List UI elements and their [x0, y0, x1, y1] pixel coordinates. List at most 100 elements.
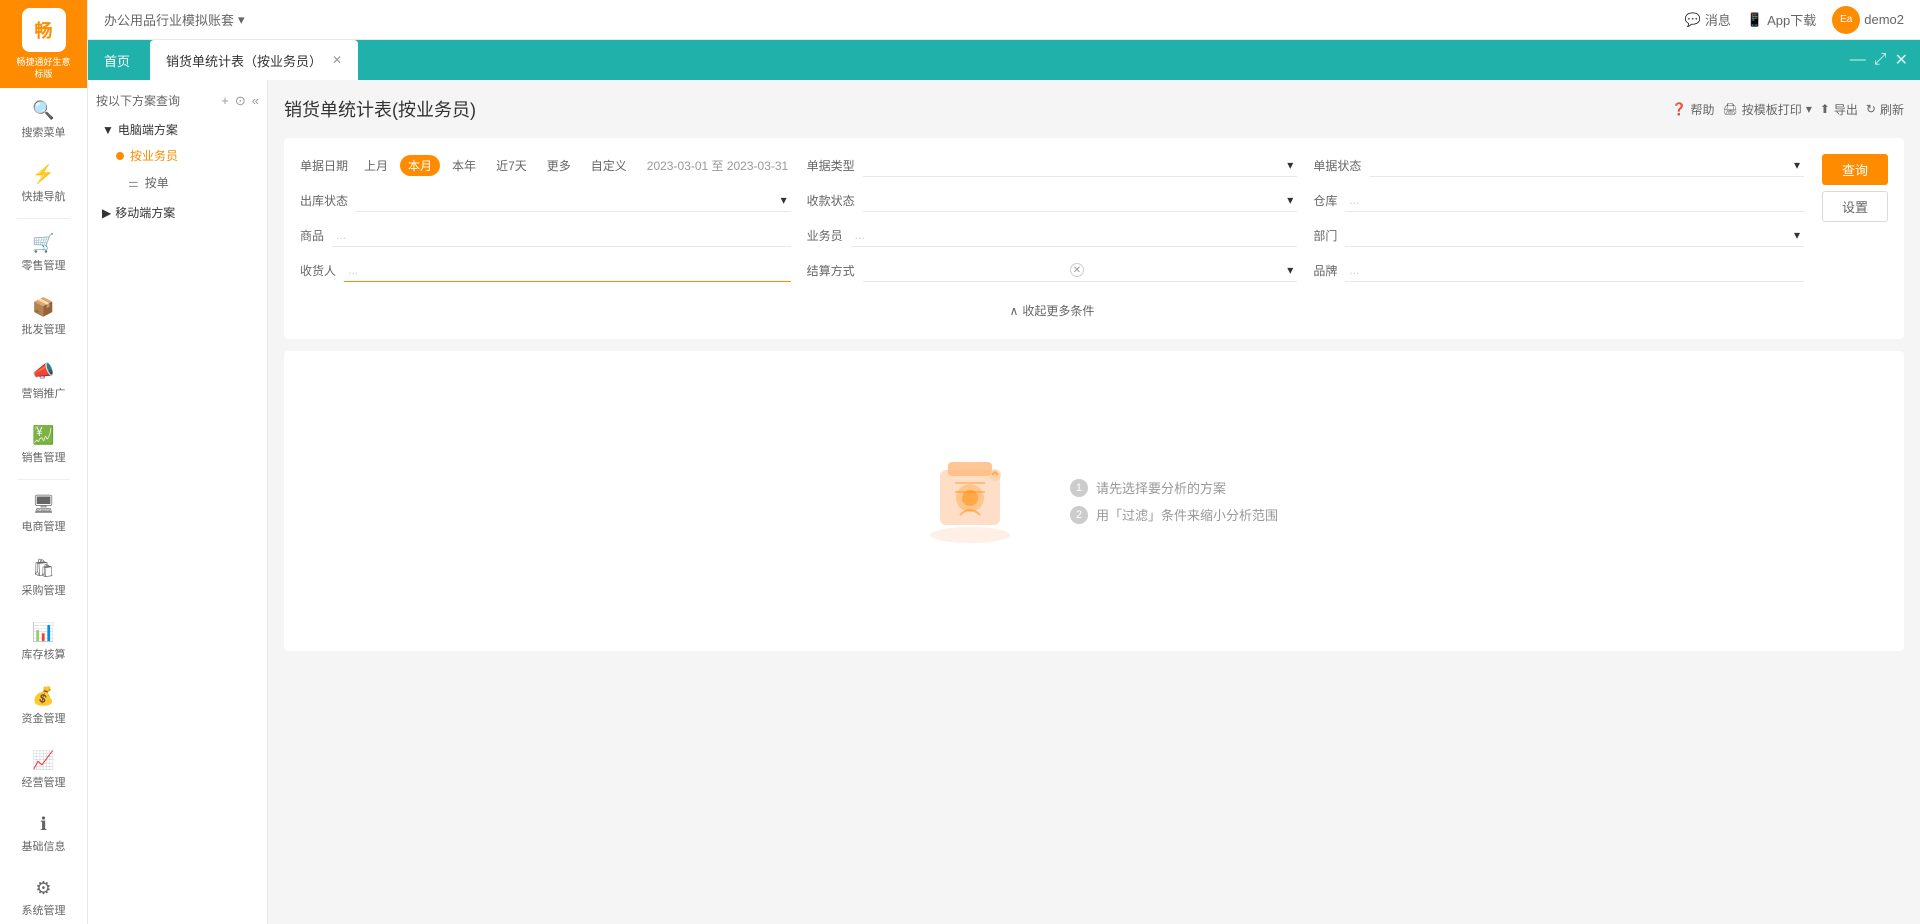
sidebar-item-5[interactable]: 💹 销售管理 [0, 413, 87, 477]
plan-group-desktop[interactable]: ▼ 电脑端方案 [96, 117, 259, 142]
tab-sales-stats[interactable]: 销货单统计表（按业务员） ✕ [150, 40, 358, 80]
department-label: 部门 [1313, 227, 1337, 244]
sidebar-item-7[interactable]: 🛍 采购管理 [0, 546, 87, 610]
filter-date: 单据日期 上月 本月 本年 近7天 更多 自定义 2023-03-01 至 20… [300, 154, 791, 177]
date-tab-7days[interactable]: 近7天 [488, 155, 535, 176]
add-plan-icon[interactable]: + [221, 93, 229, 109]
refresh-button[interactable]: ↻ 刷新 [1866, 101, 1904, 118]
help-button[interactable]: ❓ 帮助 [1672, 101, 1715, 118]
settle-label: 结算方式 [807, 262, 855, 279]
sidebar-label-1: 快捷导航 [22, 188, 66, 204]
sidebar-label-7: 采购管理 [22, 582, 66, 598]
sidebar-item-2[interactable]: 🛒 零售管理 [0, 221, 87, 285]
sidebar-item-10[interactable]: 📈 经营管理 [0, 738, 87, 802]
settle-select[interactable]: ✕ ▾ [863, 259, 1298, 282]
date-tab-this-year[interactable]: 本年 [444, 155, 484, 176]
sidebar-item-8[interactable]: 📊 库存核算 [0, 610, 87, 674]
print-template-button[interactable]: 🖨 按模板打印 ▾ [1723, 101, 1812, 118]
date-tab-more[interactable]: 更多 [539, 155, 579, 176]
header-left: 办公用品行业模拟账套 ▾ [104, 10, 245, 29]
query-button[interactable]: 查询 [1822, 154, 1888, 185]
empty-tip-2: 2 用「过滤」条件来缩小分析范围 [1070, 505, 1278, 524]
department-select[interactable]: ▾ [1345, 224, 1804, 247]
print-icon: 🖨 [1723, 102, 1738, 116]
sidebar-icon-9: 💰 [32, 686, 54, 707]
goods-dots: ... [336, 228, 346, 242]
settle-clear-icon[interactable]: ✕ [1070, 263, 1084, 277]
collapse-button[interactable]: ∧ 收起更多条件 [1002, 294, 1103, 327]
filter-department: 部门 ▾ [1313, 224, 1804, 247]
sidebar-icon-5: 💹 [32, 425, 54, 446]
sidebar-item-1[interactable]: ⚡ 快捷导航 [0, 152, 87, 216]
doc-type-select[interactable]: ▾ [863, 154, 1298, 177]
sidebar-item-11[interactable]: ℹ 基础信息 [0, 802, 87, 866]
page-title: 销货单统计表(按业务员) [284, 96, 476, 122]
tab-home[interactable]: 首页 [88, 40, 146, 80]
warehouse-dots: ... [1349, 193, 1359, 207]
plan-item-by-salesperson[interactable]: 按业务员 [96, 142, 259, 169]
sidebar-label-0: 搜索菜单 [22, 124, 66, 140]
logo-text: 畅捷通好生意 标版 [4, 56, 83, 80]
sidebar-item-9[interactable]: 💰 资金管理 [0, 674, 87, 738]
left-panel-icons: + ⊙ « [221, 93, 259, 109]
plan-sub-item-by-order[interactable]: ⚌ 按单 [96, 169, 259, 196]
sidebar-item-12[interactable]: ⚙ 系统管理 [0, 866, 87, 924]
sidebar-icon-3: 📦 [32, 297, 54, 318]
goods-input[interactable]: ... [332, 224, 791, 247]
date-control: 上月 本月 本年 近7天 更多 自定义 2023-03-01 至 2023-03… [356, 155, 791, 176]
salesperson-dots: ... [855, 228, 865, 242]
tab-close-icon[interactable]: ✕ [332, 53, 342, 67]
doc-type-arrow-icon: ▾ [1287, 158, 1293, 172]
brand-input[interactable]: ... [1345, 259, 1804, 282]
app-icon: 📱 [1747, 12, 1763, 28]
doc-status-select[interactable]: ▾ [1369, 154, 1804, 177]
sidebar-label-2: 零售管理 [22, 257, 66, 273]
export-button[interactable]: ⬆ 导出 [1820, 101, 1858, 118]
sidebar-item-0[interactable]: 🔍 搜索菜单 [0, 88, 87, 152]
tab-minimize-button[interactable]: — [1850, 51, 1866, 69]
settings-plan-icon[interactable]: ⊙ [235, 93, 246, 109]
sidebar-divider-5 [17, 479, 69, 480]
main-area: 办公用品行业模拟账套 ▾ 💬 消息 📱 App下载 Ea demo2 首页 [88, 0, 1920, 924]
app-download-button[interactable]: 📱 App下载 [1747, 10, 1816, 29]
warehouse-input[interactable]: ... [1345, 189, 1804, 212]
help-icon: ❓ [1672, 102, 1687, 116]
tab-close-all-button[interactable]: ✕ [1895, 50, 1908, 70]
user-profile[interactable]: Ea demo2 [1832, 6, 1904, 34]
filter-doc-type: 单据类型 ▾ [807, 154, 1298, 177]
sidebar-label-4: 营销推广 [22, 385, 66, 401]
date-tab-custom[interactable]: 自定义 [583, 155, 635, 176]
tip-1-num: 1 [1070, 479, 1088, 497]
message-icon: 💬 [1685, 12, 1701, 28]
sidebar-menu: 🔍 搜索菜单 ⚡ 快捷导航 🛒 零售管理 📦 批发管理 📣 营销推广 💹 销售管… [0, 88, 87, 924]
pay-status-select[interactable]: ▾ [863, 189, 1298, 212]
pay-status-label: 收款状态 [807, 192, 855, 209]
logo-area[interactable]: 畅 畅捷通好生意 标版 [0, 0, 87, 88]
filter-out-status: 出库状态 ▾ [300, 189, 791, 212]
print-label: 按模板打印 [1742, 101, 1802, 118]
left-panel-title: 按以下方案查询 [96, 92, 180, 109]
sidebar-label-8: 库存核算 [22, 646, 66, 662]
sidebar-label-12: 系统管理 [22, 902, 66, 918]
out-status-select[interactable]: ▾ [356, 189, 791, 212]
breadcrumb-dropdown[interactable]: 办公用品行业模拟账套 ▾ [104, 10, 245, 29]
refresh-label: 刷新 [1880, 101, 1904, 118]
top-header: 办公用品行业模拟账套 ▾ 💬 消息 📱 App下载 Ea demo2 [88, 0, 1920, 40]
consignee-input[interactable]: ... [344, 259, 791, 282]
sidebar-item-3[interactable]: 📦 批发管理 [0, 285, 87, 349]
sidebar-item-4[interactable]: 📣 营销推广 [0, 349, 87, 413]
sidebar-item-6[interactable]: 🖥 电商管理 [0, 482, 87, 546]
plan-group-mobile[interactable]: ▶ 移动端方案 [96, 200, 259, 225]
settings-button[interactable]: 设置 [1822, 191, 1888, 222]
message-button[interactable]: 💬 消息 [1685, 10, 1731, 29]
filter-brand: 品牌 ... [1313, 259, 1804, 282]
date-tab-this-month[interactable]: 本月 [400, 155, 440, 176]
date-tab-last-month[interactable]: 上月 [356, 155, 396, 176]
sidebar-icon-12: ⚙ [35, 878, 51, 899]
page-title-row: 销货单统计表(按业务员) ❓ 帮助 🖨 按模板打印 ▾ ⬆ 导出 [284, 96, 1904, 122]
filter-settle: 结算方式 ✕ ▾ [807, 259, 1298, 282]
salesperson-input[interactable]: ... [851, 224, 1298, 247]
empty-state-svg [910, 440, 1030, 560]
tab-maximize-button[interactable]: ⤢ [1874, 51, 1887, 69]
collapse-panel-icon[interactable]: « [252, 93, 259, 109]
